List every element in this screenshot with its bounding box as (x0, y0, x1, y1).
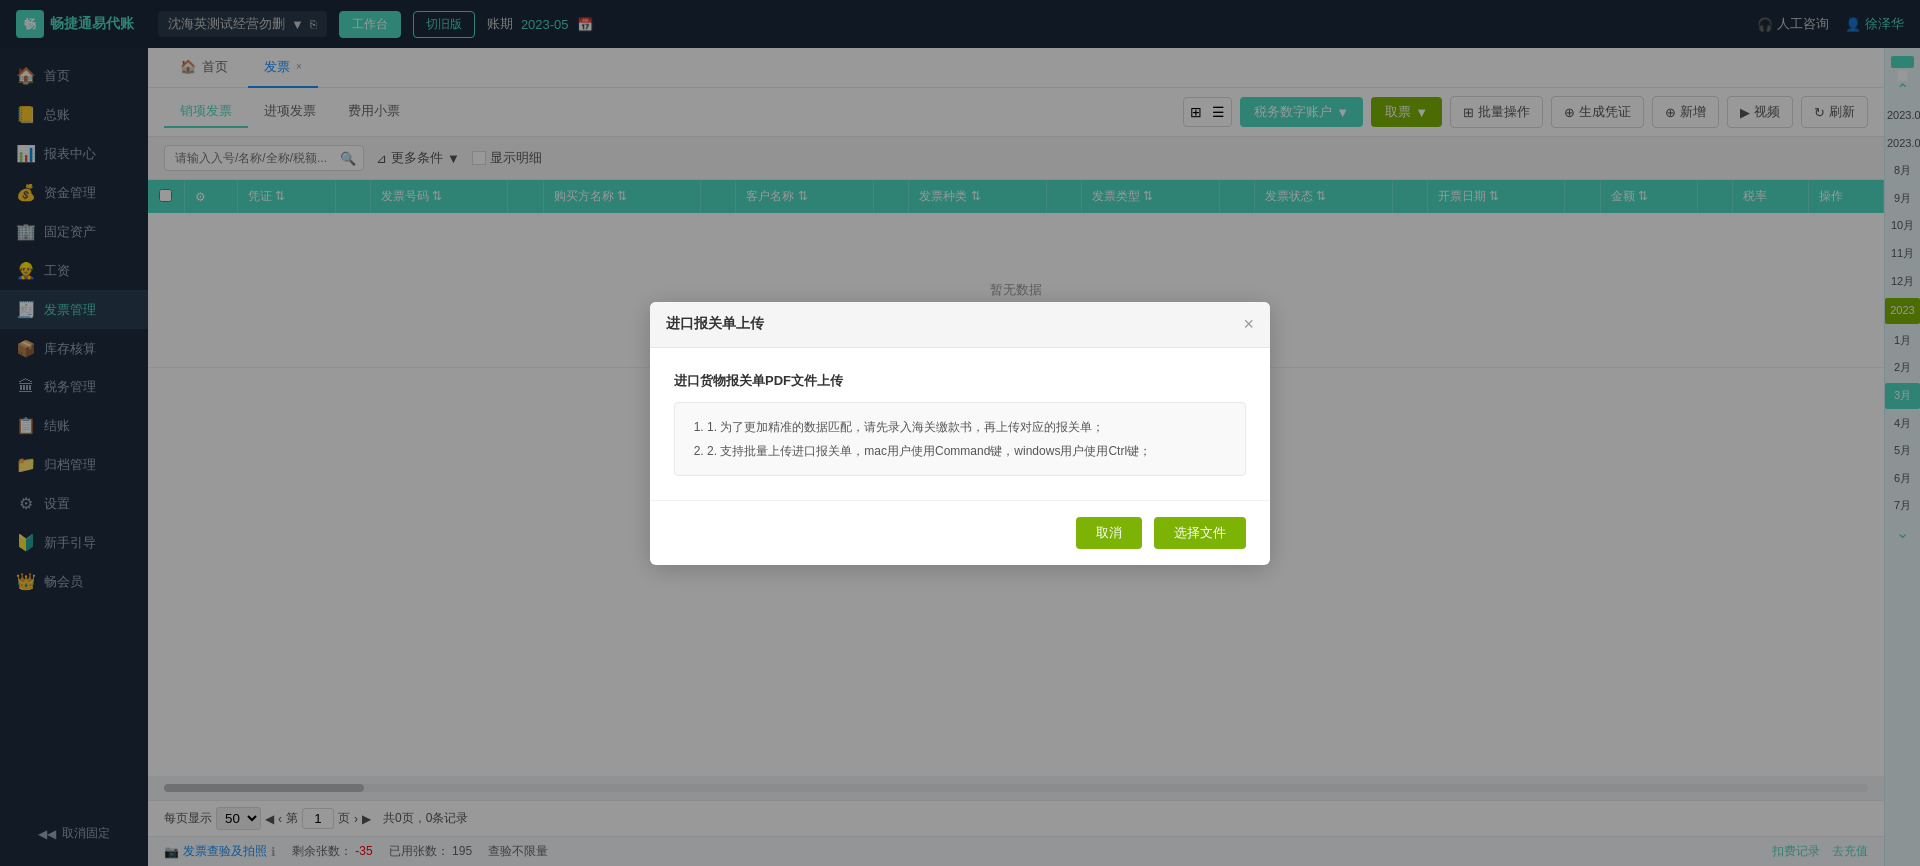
modal-header: 进口报关单上传 × (650, 302, 1270, 348)
modal-footer: 取消 选择文件 (650, 500, 1270, 565)
modal-body: 进口货物报关单PDF文件上传 1. 为了更加精准的数据匹配，请先录入海关缴款书，… (650, 348, 1270, 500)
modal-tip-2: 2. 支持批量上传进口报关单，mac用户使用Command键，windows用户… (707, 439, 1229, 463)
modal-overlay[interactable]: 进口报关单上传 × 进口货物报关单PDF文件上传 1. 为了更加精准的数据匹配，… (0, 0, 1920, 866)
modal-title: 进口报关单上传 (666, 315, 764, 333)
modal-info-box: 1. 为了更加精准的数据匹配，请先录入海关缴款书，再上传对应的报关单； 2. 支… (674, 402, 1246, 476)
modal-cancel-button[interactable]: 取消 (1076, 517, 1142, 549)
modal-close-button[interactable]: × (1243, 314, 1254, 335)
modal-select-file-button[interactable]: 选择文件 (1154, 517, 1246, 549)
modal-tip-1: 1. 为了更加精准的数据匹配，请先录入海关缴款书，再上传对应的报关单； (707, 415, 1229, 439)
modal-section-title: 进口货物报关单PDF文件上传 (674, 372, 1246, 390)
import-customs-modal: 进口报关单上传 × 进口货物报关单PDF文件上传 1. 为了更加精准的数据匹配，… (650, 302, 1270, 565)
